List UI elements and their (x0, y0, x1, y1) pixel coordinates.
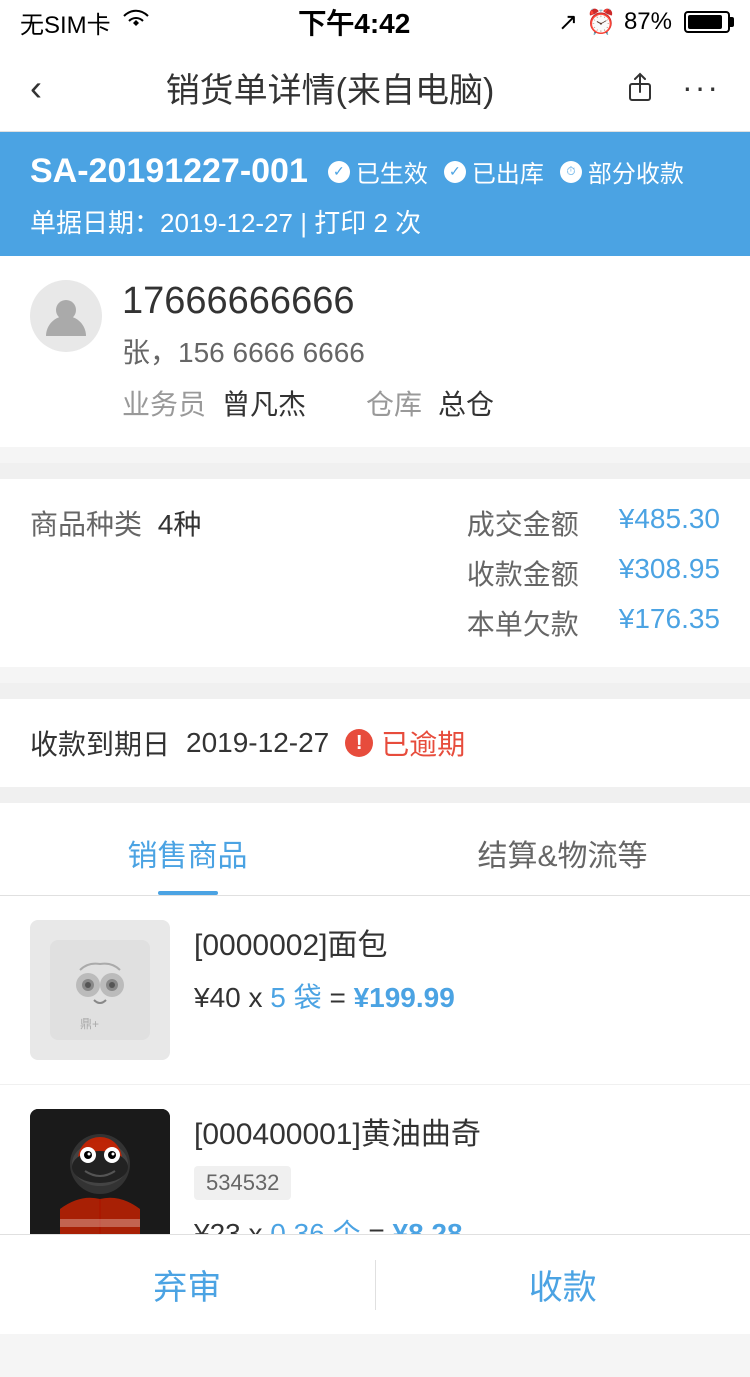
order-date-separator: | (300, 208, 314, 238)
signal-text: 无SIM卡 (20, 5, 111, 40)
order-print-count: 打印 2 次 (314, 208, 421, 238)
tabs: 销售商品 结算&物流等 (0, 803, 750, 896)
divider-3 (0, 787, 750, 803)
product-name-2: [000400001]黄油曲奇 (194, 1109, 720, 1153)
warehouse-name: 总仓 (438, 383, 494, 423)
product-details-2: [000400001]黄油曲奇 534532 ¥23 x 0.36 个 = ¥8… (194, 1109, 720, 1252)
status-shipped: ✓ 已出库 (444, 154, 544, 189)
battery-percent: 87% (624, 8, 672, 36)
order-header-row1: SA-20191227-001 ✓ 已生效 ✓ 已出库 ⏱ 部分收款 (30, 152, 720, 191)
collect-amount-row: 收款金额 ¥308.95 (467, 553, 720, 593)
nav-right: ··· (618, 66, 720, 110)
avatar (30, 280, 102, 352)
due-date-value: 2019-12-27 (186, 727, 329, 759)
product-image-1: 鼎+ (30, 920, 170, 1060)
nav-left: ‹ (30, 67, 42, 109)
product-item-1: 鼎+ [0000002]面包 ¥40 x 5 袋 = ¥199.99 (0, 896, 750, 1085)
status-right: ↗ ⏰ 87% (558, 8, 730, 37)
cancel-button[interactable]: 弃审 (0, 1235, 375, 1334)
collect-label: 收款金额 (467, 553, 579, 593)
alarm-icon: ⏰ (586, 8, 616, 37)
status-partial-collect: ⏱ 部分收款 (560, 154, 684, 189)
nav-bar: ‹ 销货单详情(来自电脑) ··· (0, 44, 750, 132)
confirm-label: 收款 (529, 1260, 597, 1309)
tab-sales-products[interactable]: 销售商品 (0, 803, 375, 895)
type-label: 商品种类 (30, 509, 142, 540)
cancel-label: 弃审 (153, 1260, 221, 1309)
status-effective: ✓ 已生效 (328, 154, 428, 189)
customer-meta: 业务员 曾凡杰 仓库 总仓 (122, 383, 720, 423)
product-details-1: [0000002]面包 ¥40 x 5 袋 = ¥199.99 (194, 920, 720, 1060)
tab-active-indicator (158, 891, 218, 895)
type-count: 4种 (158, 509, 202, 540)
page-title: 销货单详情(来自电脑) (166, 63, 495, 112)
deal-value: ¥485.30 (619, 503, 720, 543)
due-date-label: 收款到期日 (30, 723, 170, 763)
svg-text:鼎+: 鼎+ (80, 1017, 99, 1031)
status-time: 下午4:42 (298, 2, 410, 42)
price-qty-1: 5 (270, 982, 286, 1013)
tab-sales-label: 销售商品 (128, 840, 248, 873)
debt-amount-row: 本单欠款 ¥176.35 (467, 603, 720, 643)
product-list: 鼎+ [0000002]面包 ¥40 x 5 袋 = ¥199.99 (0, 896, 750, 1277)
tab-settlement-label: 结算&物流等 (477, 840, 647, 873)
overdue-badge: ! 已逾期 (345, 723, 465, 763)
bottom-bar: 弃审 收款 (0, 1234, 750, 1334)
due-date-section: 收款到期日 2019-12-27 ! 已逾期 (0, 699, 750, 787)
price-base-1: ¥40 (194, 982, 241, 1013)
share-button[interactable] (618, 66, 662, 110)
product-image-2 (30, 1109, 170, 1249)
divider-2 (0, 683, 750, 699)
price-total-1: ¥199.99 (354, 982, 455, 1013)
back-button[interactable]: ‹ (30, 67, 42, 109)
staff-name: 曾凡杰 (222, 383, 306, 423)
customer-section: 17666666666 张，156 6666 6666 业务员 曾凡杰 仓库 总… (0, 256, 750, 447)
battery-icon (684, 11, 730, 33)
order-id: SA-20191227-001 (30, 152, 308, 191)
amount-stats: 成交金额 ¥485.30 收款金额 ¥308.95 本单欠款 ¥176.35 (467, 503, 720, 643)
check-icon-1: ✓ (328, 161, 350, 183)
deal-amount-row: 成交金额 ¥485.30 (467, 503, 720, 543)
product-type: 商品种类 4种 (30, 503, 201, 543)
status-tags: ✓ 已生效 ✓ 已出库 ⏱ 部分收款 (328, 154, 684, 189)
product-price-1: ¥40 x 5 袋 = ¥199.99 (194, 976, 720, 1016)
deal-label: 成交金额 (467, 503, 579, 543)
debt-value: ¥176.35 (619, 603, 720, 643)
collect-value: ¥308.95 (619, 553, 720, 593)
warehouse-label: 仓库 (366, 383, 422, 423)
tab-settlement[interactable]: 结算&物流等 (375, 803, 750, 895)
product-sku-2: 534532 (194, 1166, 291, 1200)
order-header: SA-20191227-001 ✓ 已生效 ✓ 已出库 ⏱ 部分收款 单据日期：… (0, 132, 750, 256)
warehouse-meta: 仓库 总仓 (366, 383, 494, 423)
order-header-row2: 单据日期：2019-12-27 | 打印 2 次 (30, 203, 720, 240)
debt-label: 本单欠款 (467, 603, 579, 643)
status-bar: 无SIM卡 下午4:42 ↗ ⏰ 87% (0, 0, 750, 44)
confirm-button[interactable]: 收款 (376, 1235, 750, 1334)
check-icon-2: ✓ (444, 161, 466, 183)
overdue-icon: ! (345, 729, 373, 757)
location-icon: ↗ (558, 8, 578, 37)
product-name-1: [0000002]面包 (194, 920, 720, 964)
clock-icon: ⏱ (560, 161, 582, 183)
overdue-text: 已逾期 (381, 723, 465, 763)
wifi-icon (121, 8, 151, 37)
order-date: 单据日期：2019-12-27 (30, 208, 293, 238)
customer-name-phone: 张，156 6666 6666 (122, 331, 720, 371)
divider-1 (0, 463, 750, 479)
price-unit-1: 袋 (294, 982, 322, 1013)
staff-label: 业务员 (122, 383, 206, 423)
customer-info: 17666666666 张，156 6666 6666 业务员 曾凡杰 仓库 总… (122, 280, 720, 423)
status-left: 无SIM卡 (20, 5, 151, 40)
stats-section: 商品种类 4种 成交金额 ¥485.30 收款金额 ¥308.95 本单欠款 ¥… (0, 479, 750, 667)
staff-meta: 业务员 曾凡杰 (122, 383, 306, 423)
customer-id: 17666666666 (122, 280, 720, 323)
more-button[interactable]: ··· (682, 69, 720, 106)
